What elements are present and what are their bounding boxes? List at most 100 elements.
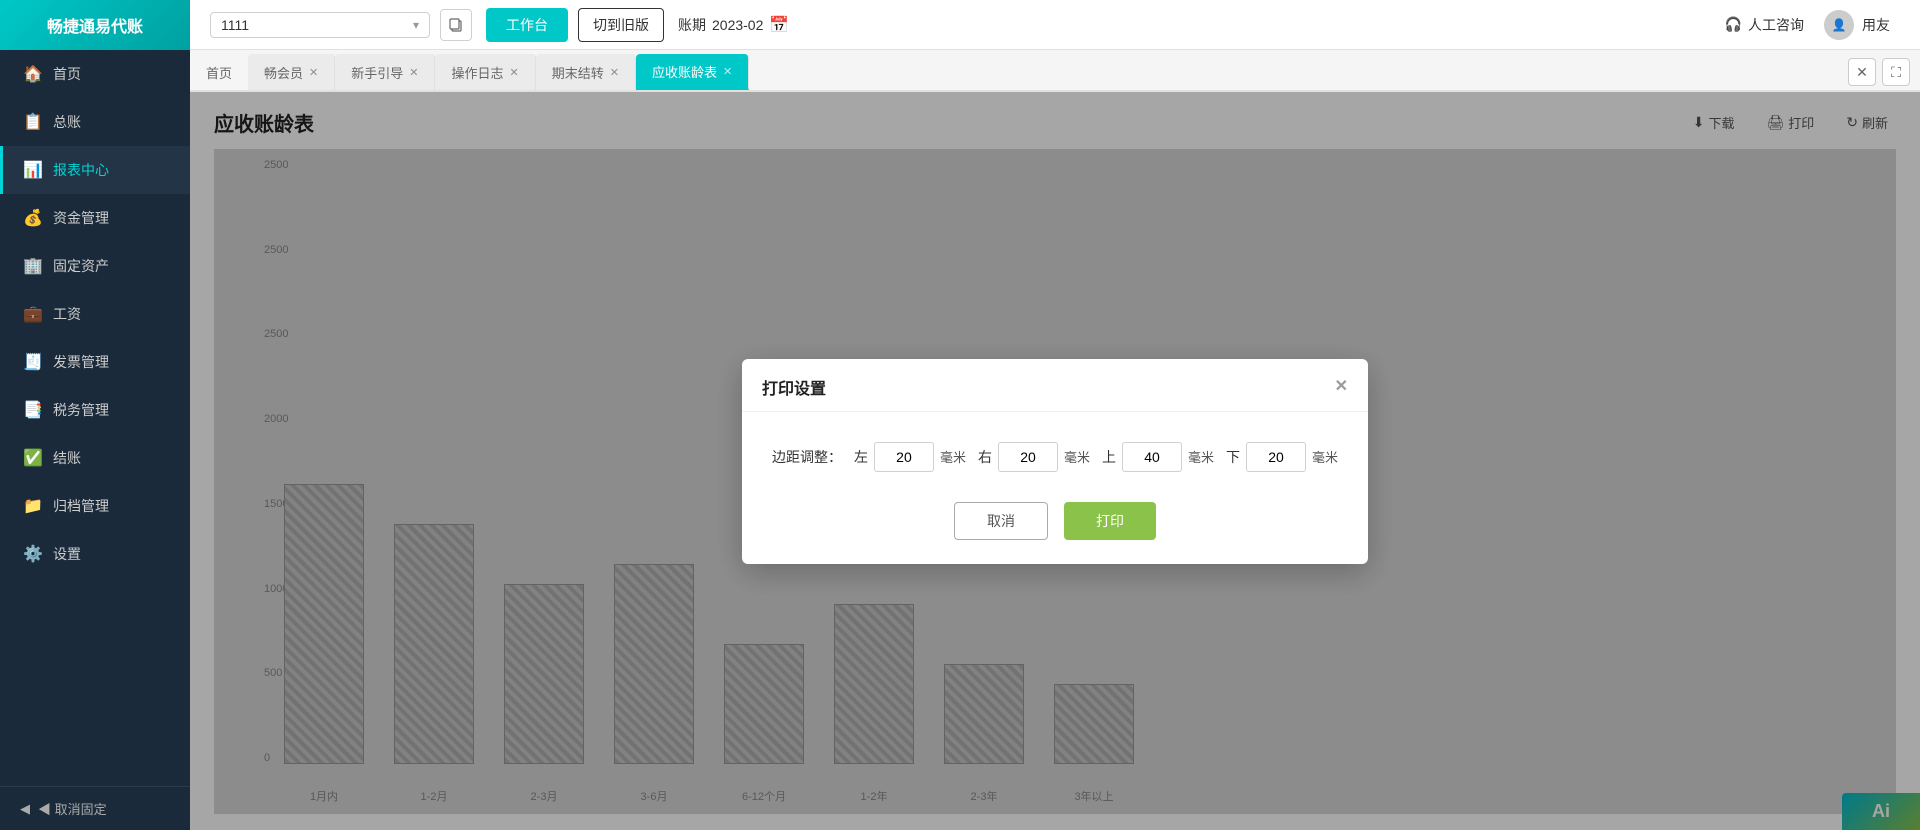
home-icon: 🏠 [23, 64, 43, 84]
sidebar-item-invoice[interactable]: 🧾 发票管理 [0, 338, 190, 386]
margin-left-unit: 毫米 [940, 447, 966, 466]
margin-left-group: 左 毫米 [854, 442, 966, 472]
funds-icon: 💰 [23, 208, 43, 228]
tab-aging[interactable]: 应收账龄表 ✕ [636, 54, 749, 90]
tax-icon: 📑 [23, 400, 43, 420]
calendar-icon[interactable]: 📅 [769, 15, 789, 35]
sidebar-item-home[interactable]: 🏠 首页 [0, 50, 190, 98]
tab-oplog-label: 操作日志 [451, 63, 503, 82]
tab-guide[interactable]: 新手引导 ✕ [335, 54, 435, 90]
tab-oplog[interactable]: 操作日志 ✕ [435, 54, 535, 90]
consult-label: 人工咨询 [1748, 15, 1804, 35]
invoice-icon: 🧾 [23, 352, 43, 372]
margin-left-label: 左 [854, 447, 868, 467]
margin-adjust-label: 边距调整： [772, 447, 842, 467]
sidebar-item-label: 设置 [53, 544, 81, 564]
switch-version-button[interactable]: 切到旧版 [578, 8, 664, 42]
period-label: 账期 [678, 15, 706, 35]
tab-period-end-label: 期末结转 [552, 63, 604, 82]
content-area: 首页 畅会员 ✕ 新手引导 ✕ 操作日志 ✕ 期末结转 ✕ 应收账龄表 ✕ [190, 50, 1920, 830]
settings-icon: ⚙️ [23, 544, 43, 564]
sidebar-item-label: 固定资产 [53, 256, 109, 276]
company-selector[interactable]: 1111 ▾ [210, 12, 430, 38]
sidebar-item-archive[interactable]: 📁 归档管理 [0, 482, 190, 530]
archive-icon: 📁 [23, 496, 43, 516]
margin-right-group: 右 毫米 [978, 442, 1090, 472]
sidebar-item-assets[interactable]: 🏢 固定资产 [0, 242, 190, 290]
sidebar-item-label: 归档管理 [53, 496, 109, 516]
sidebar-collapse-btn[interactable]: ◀ ◀ 取消固定 [0, 786, 190, 830]
sidebar-item-label: 总账 [53, 112, 81, 132]
margin-row: 边距调整： 左 毫米 右 毫米 [772, 442, 1338, 472]
tab-period-end[interactable]: 期末结转 ✕ [536, 54, 636, 90]
tab-home-label: 首页 [206, 63, 232, 82]
sidebar: 🏠 首页 📋 总账 📊 报表中心 💰 资金管理 🏢 固定资产 💼 工资 [0, 50, 190, 830]
margin-bottom-input[interactable] [1246, 442, 1306, 472]
company-name: 1111 [221, 17, 405, 33]
margin-right-input[interactable] [998, 442, 1058, 472]
margin-right-label: 右 [978, 447, 992, 467]
logo-text: 畅捷通易代账 [47, 13, 143, 37]
copy-icon[interactable] [440, 9, 472, 41]
tab-period-end-close[interactable]: ✕ [610, 66, 619, 79]
tab-member-close[interactable]: ✕ [309, 66, 318, 79]
dialog-footer: 取消 打印 [742, 492, 1368, 564]
dialog-print-button[interactable]: 打印 [1064, 502, 1156, 540]
reports-icon: 📊 [23, 160, 43, 180]
sidebar-footer-label: ◀ 取消固定 [38, 799, 107, 818]
ledger-icon: 📋 [23, 112, 43, 132]
tab-member[interactable]: 畅会员 ✕ [248, 54, 335, 90]
tab-bar: 首页 畅会员 ✕ 新手引导 ✕ 操作日志 ✕ 期末结转 ✕ 应收账龄表 ✕ [190, 50, 1920, 92]
tab-aging-close[interactable]: ✕ [723, 65, 732, 78]
tab-guide-label: 新手引导 [351, 63, 403, 82]
margin-top-input[interactable] [1122, 442, 1182, 472]
margin-bottom-unit: 毫米 [1312, 447, 1338, 466]
salary-icon: 💼 [23, 304, 43, 324]
sidebar-item-settings[interactable]: ⚙️ 设置 [0, 530, 190, 578]
tab-home[interactable]: 首页 [190, 54, 248, 90]
page-content: 应收账龄表 ⬇ 下载 🖨 打印 ↻ 刷新 [190, 92, 1920, 830]
dialog-title: 打印设置 [762, 375, 826, 399]
sidebar-item-reports[interactable]: 📊 报表中心 [0, 146, 190, 194]
margin-top-label: 上 [1102, 447, 1116, 467]
avatar: 👤 [1824, 10, 1854, 40]
modal-overlay: 打印设置 ✕ 边距调整： 左 毫米 右 [190, 92, 1920, 830]
margin-bottom-group: 下 毫米 [1226, 442, 1338, 472]
margin-left-input[interactable] [874, 442, 934, 472]
sidebar-item-ledger[interactable]: 📋 总账 [0, 98, 190, 146]
user-area[interactable]: 👤 用友 [1824, 10, 1890, 40]
dialog-close-button[interactable]: ✕ [1335, 379, 1348, 395]
tab-aging-label: 应收账龄表 [652, 62, 717, 81]
sidebar-item-label: 工资 [53, 304, 81, 324]
dialog-header: 打印设置 ✕ [742, 359, 1368, 412]
sidebar-item-label: 资金管理 [53, 208, 109, 228]
print-settings-dialog: 打印设置 ✕ 边距调整： 左 毫米 右 [742, 359, 1368, 564]
margin-top-unit: 毫米 [1188, 447, 1214, 466]
sidebar-item-funds[interactable]: 💰 资金管理 [0, 194, 190, 242]
sidebar-item-checkout[interactable]: ✅ 结账 [0, 434, 190, 482]
margin-top-group: 上 毫米 [1102, 442, 1214, 472]
consult-area[interactable]: 🎧 人工咨询 [1725, 15, 1804, 35]
sidebar-item-label: 税务管理 [53, 400, 109, 420]
sidebar-item-label: 发票管理 [53, 352, 109, 372]
sidebar-item-label: 首页 [53, 64, 81, 84]
sidebar-scroll: 🏠 首页 📋 总账 📊 报表中心 💰 资金管理 🏢 固定资产 💼 工资 [0, 50, 190, 786]
sidebar-item-tax[interactable]: 📑 税务管理 [0, 386, 190, 434]
checkout-icon: ✅ [23, 448, 43, 468]
workbench-button[interactable]: 工作台 [486, 8, 568, 42]
period-area: 账期 2023-02 📅 [678, 15, 789, 35]
sidebar-item-label: 报表中心 [53, 160, 109, 180]
tab-expand-btn[interactable]: ⛶ [1882, 58, 1910, 86]
tab-close-btn[interactable]: ✕ [1848, 58, 1876, 86]
user-name: 用友 [1862, 15, 1890, 35]
period-value: 2023-02 [712, 17, 763, 33]
collapse-icon: ◀ [20, 801, 30, 817]
tab-oplog-close[interactable]: ✕ [510, 66, 519, 79]
headset-icon: 🎧 [1725, 16, 1742, 33]
dialog-body: 边距调整： 左 毫米 右 毫米 [742, 412, 1368, 492]
sidebar-item-salary[interactable]: 💼 工资 [0, 290, 190, 338]
tab-guide-close[interactable]: ✕ [409, 66, 418, 79]
assets-icon: 🏢 [23, 256, 43, 276]
cancel-button[interactable]: 取消 [954, 502, 1048, 540]
chevron-down-icon: ▾ [413, 18, 419, 32]
